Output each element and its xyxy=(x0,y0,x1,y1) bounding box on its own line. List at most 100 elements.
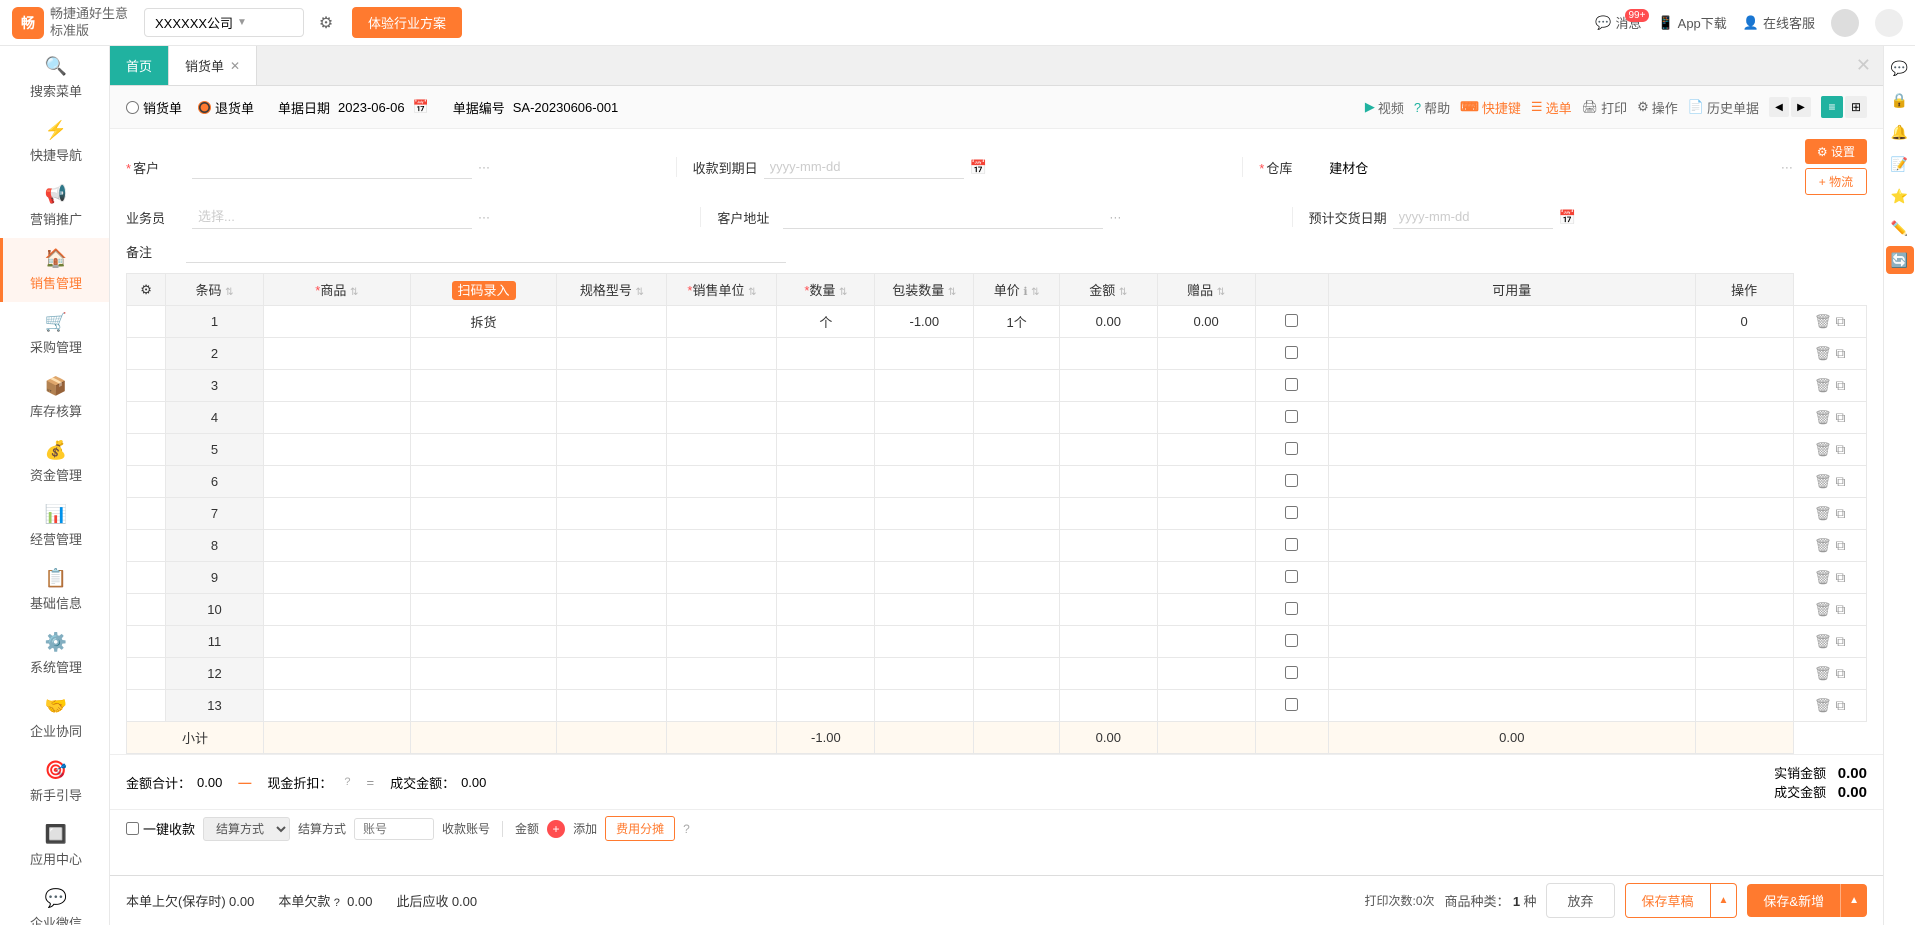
delete-row-button-3[interactable]: 🗑 xyxy=(1814,409,1832,426)
delete-row-button-10[interactable]: 🗑 xyxy=(1814,633,1832,650)
copy-row-button-6[interactable]: ⧉ xyxy=(1835,505,1845,522)
row-price-12[interactable] xyxy=(1059,690,1157,722)
row-barcode-10[interactable] xyxy=(263,626,410,658)
radio-sale-input[interactable] xyxy=(126,101,139,114)
row-goods-1[interactable] xyxy=(410,338,557,370)
sort-price-icon[interactable]: ⇅ xyxy=(1031,287,1039,298)
row-qty-4[interactable] xyxy=(875,434,974,466)
sort-barcode-icon[interactable]: ⇅ xyxy=(225,287,233,298)
expected-date-calendar-icon[interactable]: 📅 xyxy=(1559,209,1576,226)
row-gift-8[interactable] xyxy=(1255,562,1328,594)
barcode-input-9[interactable] xyxy=(272,603,402,617)
barcode-input-5[interactable] xyxy=(272,475,402,489)
right-panel-lock[interactable]: 🔒 xyxy=(1886,86,1914,114)
row-spec-4[interactable] xyxy=(667,434,777,466)
sort-gift-icon[interactable]: ⇅ xyxy=(1217,287,1225,298)
row-gift-1[interactable] xyxy=(1255,338,1328,370)
grid-view-button[interactable]: ⊞ xyxy=(1845,96,1867,118)
action-operation[interactable]: ⚙ 操作 xyxy=(1637,98,1678,117)
row-qty-12[interactable] xyxy=(875,690,974,722)
action-history[interactable]: 📄 历史单据 xyxy=(1688,98,1759,117)
row-price-8[interactable] xyxy=(1059,562,1157,594)
row-spec-9[interactable] xyxy=(667,594,777,626)
row-qty-0[interactable]: -1.00 xyxy=(875,306,974,338)
trial-button[interactable]: 体验行业方案 xyxy=(352,7,462,38)
row-barcode-4[interactable] xyxy=(263,434,410,466)
row-barcode-5[interactable] xyxy=(263,466,410,498)
sidebar-item-basic[interactable]: 📋 基础信息 xyxy=(0,558,109,622)
copy-row-button-2[interactable]: ⧉ xyxy=(1835,377,1845,394)
row-gift-0[interactable] xyxy=(1255,306,1328,338)
expense-split-button[interactable]: 费用分摊 xyxy=(605,816,675,841)
sidebar-item-system[interactable]: ⚙️ 系统管理 xyxy=(0,622,109,686)
sidebar-item-finance[interactable]: 💰 资金管理 xyxy=(0,430,109,494)
expense-help-icon[interactable]: ? xyxy=(683,822,690,836)
row-gift-3[interactable] xyxy=(1255,402,1328,434)
row-price-9[interactable] xyxy=(1059,594,1157,626)
barcode-input-12[interactable] xyxy=(272,699,402,713)
delete-row-button-0[interactable]: 🗑 xyxy=(1814,313,1832,330)
delete-row-button-11[interactable]: 🗑 xyxy=(1814,665,1832,682)
gift-checkbox-11[interactable] xyxy=(1285,666,1298,679)
gift-checkbox-1[interactable] xyxy=(1285,346,1298,359)
row-price-0[interactable]: 0.00 xyxy=(1059,306,1157,338)
barcode-input-0[interactable] xyxy=(272,315,402,329)
row-qty-8[interactable] xyxy=(875,562,974,594)
right-panel-refresh[interactable]: 🔄 xyxy=(1886,246,1914,274)
copy-row-button-12[interactable]: ⧉ xyxy=(1835,697,1845,714)
row-goods-11[interactable] xyxy=(410,658,557,690)
barcode-input-4[interactable] xyxy=(272,443,402,457)
delete-row-button-12[interactable]: 🗑 xyxy=(1814,697,1832,714)
copy-row-button-8[interactable]: ⧉ xyxy=(1835,569,1845,586)
radio-return-input[interactable] xyxy=(198,101,211,114)
row-spec-10[interactable] xyxy=(667,626,777,658)
copy-row-button-4[interactable]: ⧉ xyxy=(1835,441,1845,458)
row-price-6[interactable] xyxy=(1059,498,1157,530)
notification-button[interactable]: 💬 消息 99+ xyxy=(1595,13,1641,32)
row-gift-7[interactable] xyxy=(1255,530,1328,562)
copy-row-button-9[interactable]: ⧉ xyxy=(1835,601,1845,618)
row-barcode-3[interactable] xyxy=(263,402,410,434)
expected-date-input[interactable] xyxy=(1393,205,1553,229)
row-price-5[interactable] xyxy=(1059,466,1157,498)
row-goods-8[interactable] xyxy=(410,562,557,594)
sidebar-item-collab[interactable]: 🤝 企业协同 xyxy=(0,686,109,750)
row-gift-11[interactable] xyxy=(1255,658,1328,690)
row-gift-10[interactable] xyxy=(1255,626,1328,658)
salesperson-more-icon[interactable]: ··· xyxy=(478,210,490,224)
gift-checkbox-9[interactable] xyxy=(1285,602,1298,615)
action-shortcut[interactable]: ⌨ 快捷键 xyxy=(1460,98,1521,117)
copy-row-button-0[interactable]: ⧉ xyxy=(1835,313,1845,330)
barcode-input-6[interactable] xyxy=(272,507,402,521)
company-selector[interactable]: XXXXXX公司 ▼ xyxy=(144,8,304,37)
delete-row-button-8[interactable]: 🗑 xyxy=(1814,569,1832,586)
customer-input[interactable] xyxy=(192,155,472,179)
tab-close-icon[interactable]: ✕ xyxy=(230,59,240,73)
app-download-button[interactable]: 📱 App下载 xyxy=(1657,13,1726,32)
sidebar-item-appcenter[interactable]: 🔲 应用中心 xyxy=(0,814,109,878)
setting-button[interactable]: ⚙ 设置 xyxy=(1805,139,1867,164)
row-qty-3[interactable] xyxy=(875,402,974,434)
gift-checkbox-6[interactable] xyxy=(1285,506,1298,519)
row-spec-1[interactable] xyxy=(667,338,777,370)
list-view-button[interactable]: ≡ xyxy=(1821,96,1843,118)
discard-button[interactable]: 放弃 xyxy=(1546,883,1614,918)
right-panel-bell[interactable]: 🔔 xyxy=(1886,118,1914,146)
row-barcode-1[interactable] xyxy=(263,338,410,370)
tab-sales-order[interactable]: 销货单 ✕ xyxy=(169,46,257,85)
delete-row-button-2[interactable]: 🗑 xyxy=(1814,377,1832,394)
logistics-button[interactable]: + 物流 xyxy=(1805,168,1867,195)
sort-spec-icon[interactable]: ⇅ xyxy=(636,287,644,298)
sort-amount-icon[interactable]: ⇅ xyxy=(1119,287,1127,298)
row-gift-4[interactable] xyxy=(1255,434,1328,466)
one-click-payment-checkbox[interactable]: 一键收款 xyxy=(126,819,195,838)
copy-row-button-10[interactable]: ⧉ xyxy=(1835,633,1845,650)
note-input[interactable] xyxy=(186,239,786,263)
row-goods-3[interactable] xyxy=(410,402,557,434)
barcode-input-8[interactable] xyxy=(272,571,402,585)
gift-checkbox-12[interactable] xyxy=(1285,698,1298,711)
delete-row-button-1[interactable]: 🗑 xyxy=(1814,345,1832,362)
action-print[interactable]: 🖨 打印 xyxy=(1582,98,1628,117)
row-price-10[interactable] xyxy=(1059,626,1157,658)
right-panel-chat[interactable]: 💬 xyxy=(1886,54,1914,82)
